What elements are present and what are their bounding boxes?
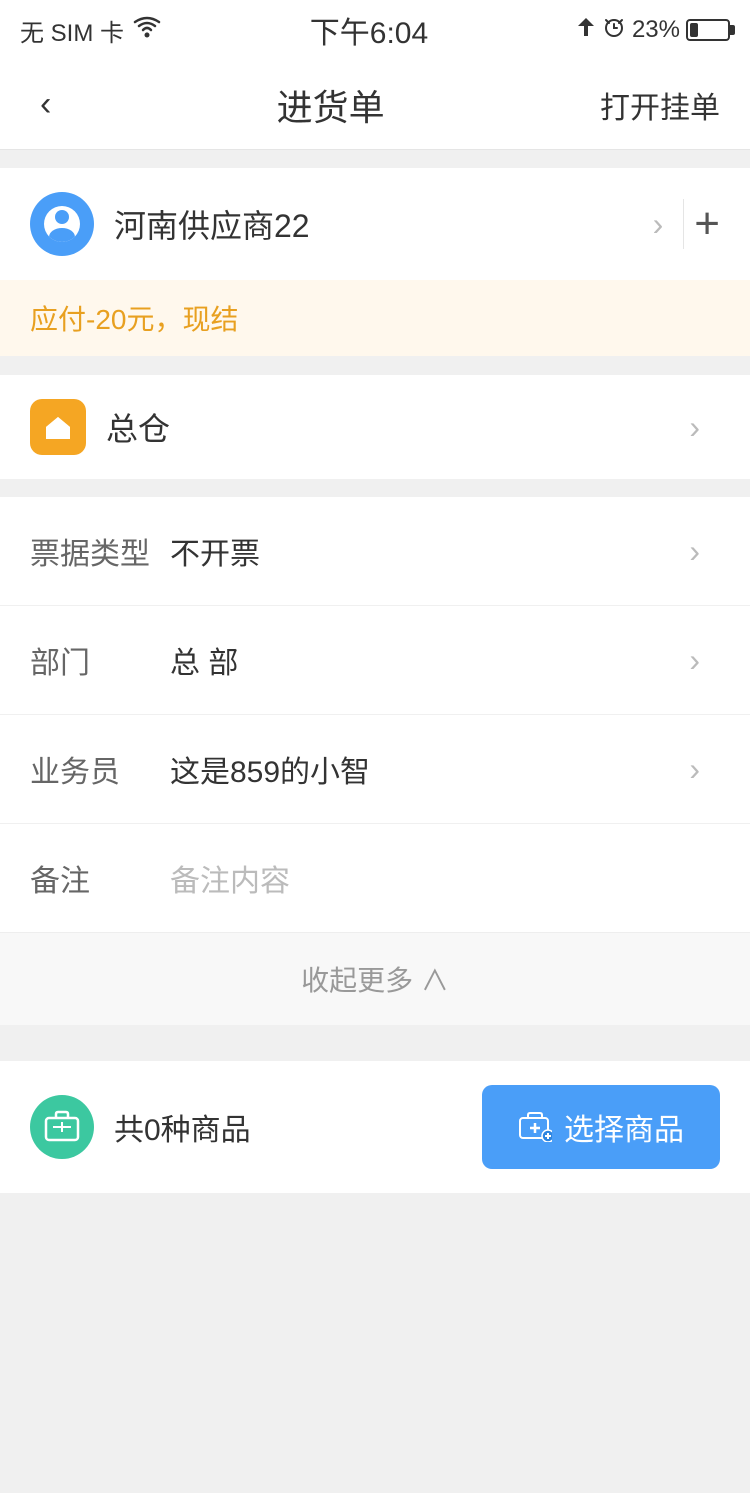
status-time: 下午6:04 [310, 8, 428, 52]
select-product-button[interactable]: 选择商品 [482, 1085, 720, 1169]
bottom-divider [0, 1025, 750, 1043]
warehouse-divider [0, 356, 750, 374]
nav-bar: ‹ 进货单 打开挂单 [0, 60, 750, 150]
collapse-text: 收起更多 ∧ [301, 959, 449, 999]
supplier-name: 河南供应商22 [114, 201, 653, 247]
wifi-icon [132, 16, 162, 45]
dept-label: 部门 [30, 638, 160, 682]
sales-value: 这是859的小智 [160, 747, 689, 791]
status-left: 无 SIM 卡 [20, 13, 162, 48]
sales-row[interactable]: 业务员 这是859的小智 › [0, 715, 750, 824]
add-supplier-button[interactable]: + [694, 202, 720, 246]
dept-chevron-icon: › [689, 642, 700, 679]
top-divider [0, 150, 750, 168]
back-button[interactable]: ‹ [30, 75, 61, 134]
background-area [0, 1193, 750, 1493]
battery-icon [686, 19, 730, 41]
avatar-image [44, 206, 80, 242]
sales-chevron-icon: › [689, 751, 700, 788]
remark-row[interactable]: 备注 备注内容 [0, 824, 750, 932]
select-product-label: 选择商品 [564, 1105, 684, 1149]
product-icon [30, 1095, 94, 1159]
collapse-row[interactable]: 收起更多 ∧ [0, 932, 750, 1025]
invoice-label: 票据类型 [30, 529, 160, 573]
dept-value: 总 部 [160, 638, 689, 682]
form-section: 票据类型 不开票 › 部门 总 部 › 业务员 这是859的小智 › 备注 备注… [0, 497, 750, 932]
page-title: 进货单 [277, 79, 385, 131]
status-bar: 无 SIM 卡 下午6:04 23% [0, 0, 750, 60]
warehouse-chevron-icon: › [689, 409, 700, 446]
warehouse-icon [30, 399, 86, 455]
product-count: 共0种商品 [114, 1105, 462, 1149]
carrier-text: 无 SIM 卡 [20, 13, 124, 48]
notice-banner: 应付-20元，现结 [0, 280, 750, 356]
open-pending-button[interactable]: 打开挂单 [600, 83, 720, 127]
warehouse-name: 总仓 [106, 404, 689, 450]
battery-percent: 23% [632, 16, 680, 44]
dept-row[interactable]: 部门 总 部 › [0, 606, 750, 715]
supplier-chevron-icon: › [653, 206, 664, 243]
status-right: 23% [576, 15, 730, 46]
bottom-section: 共0种商品 选择商品 [0, 1061, 750, 1193]
supplier-row[interactable]: 河南供应商22 › + [0, 168, 750, 280]
remark-input[interactable]: 备注内容 [160, 856, 720, 900]
invoice-row[interactable]: 票据类型 不开票 › [0, 497, 750, 606]
invoice-value: 不开票 [160, 529, 689, 573]
remark-label: 备注 [30, 856, 160, 900]
sales-label: 业务员 [30, 747, 160, 791]
alarm-icon [602, 15, 626, 46]
invoice-chevron-icon: › [689, 533, 700, 570]
supplier-avatar [30, 192, 94, 256]
supplier-divider [683, 199, 684, 249]
location-icon [576, 16, 596, 45]
warehouse-section: 总仓 › [0, 374, 750, 479]
warehouse-row[interactable]: 总仓 › [0, 374, 750, 479]
supplier-section: 河南供应商22 › + 应付-20元，现结 [0, 168, 750, 356]
notice-text: 应付-20元，现结 [30, 304, 238, 335]
